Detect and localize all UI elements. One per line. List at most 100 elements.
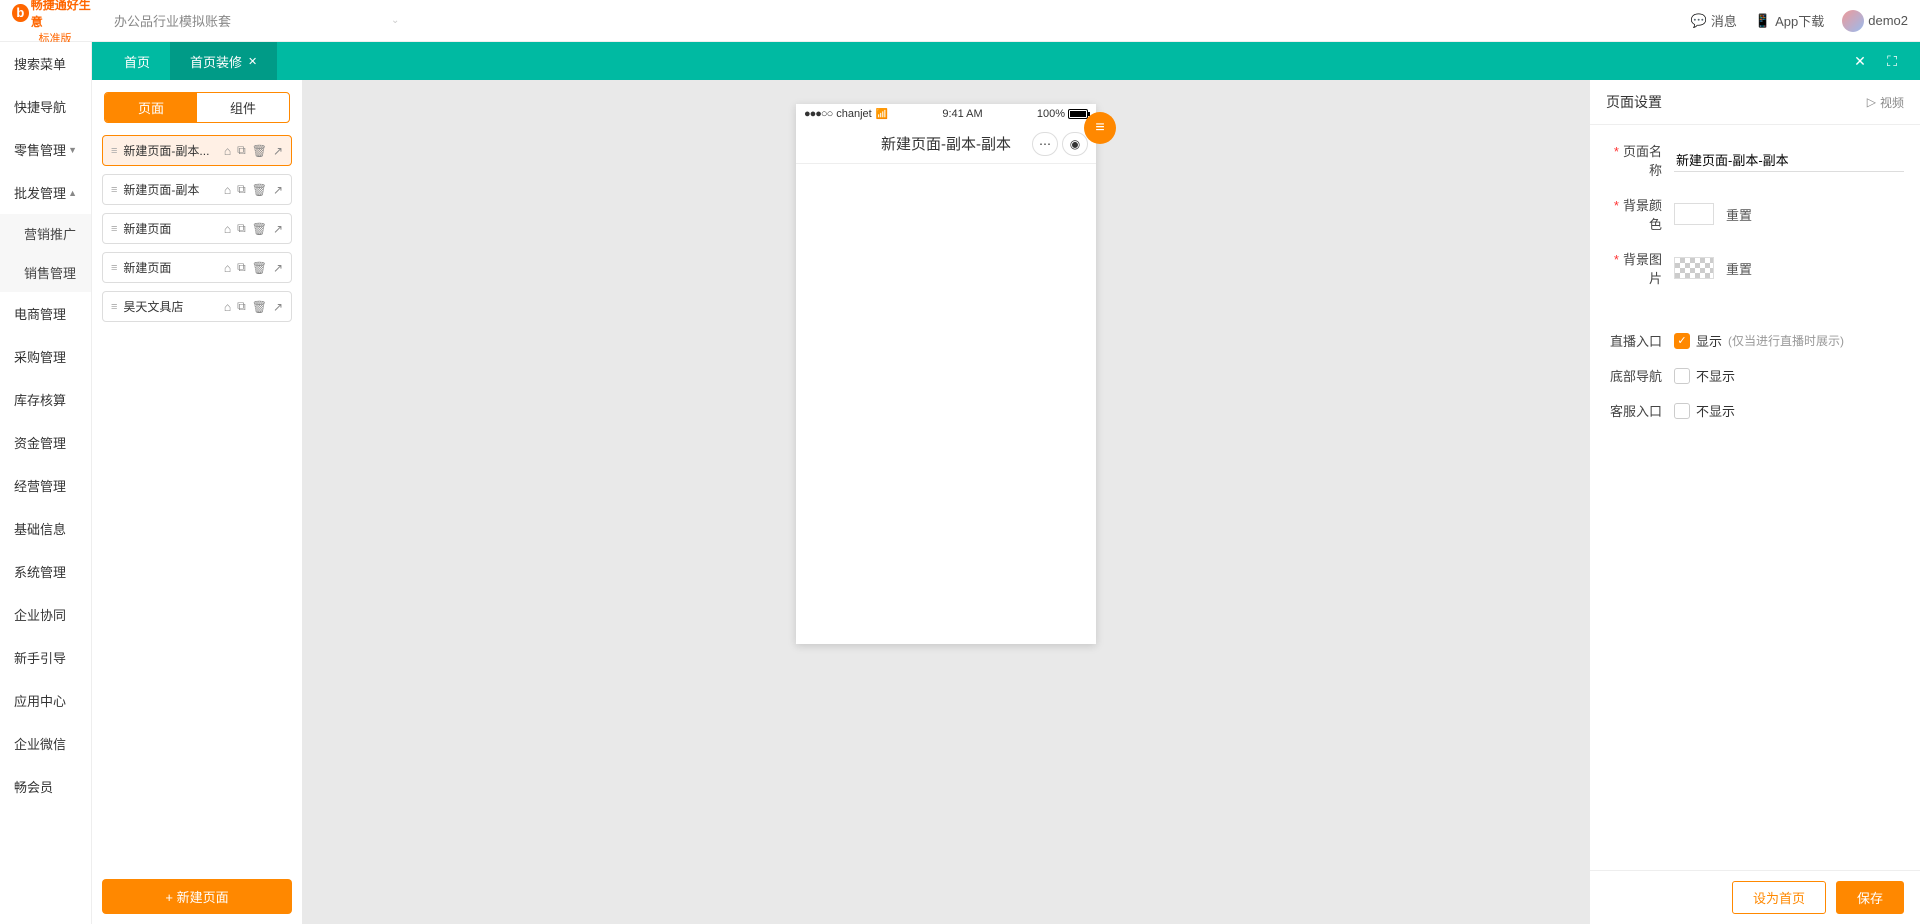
new-page-button[interactable]: + 新建页面 [102, 879, 292, 914]
sidebar-item[interactable]: 应用中心 [0, 679, 91, 722]
page-name-input[interactable] [1674, 148, 1904, 172]
wechat-target-icon[interactable]: ◉ [1062, 132, 1088, 156]
phone-icon: 📱 [1755, 13, 1771, 29]
copy-icon[interactable]: ⧉ [237, 182, 246, 197]
home-icon[interactable]: ⌂ [224, 261, 231, 275]
page-row[interactable]: ≡ 新建页面 ⌂ ⧉ 🗑 ↗ [102, 213, 292, 244]
bgcolor-reset[interactable]: 重置 [1726, 205, 1752, 224]
status-time: 9:41 AM [942, 108, 982, 120]
account-selector[interactable]: 办公品行业模拟账套 ⌄ [98, 11, 1691, 30]
tab[interactable]: 首页装修✕ [170, 42, 277, 80]
sidebar-item[interactable]: 企业协同 [0, 593, 91, 636]
wifi-icon: 📶 [876, 109, 888, 120]
page-name: 新建页面 [123, 259, 217, 276]
brand-name: 畅捷通好生意 [31, 0, 98, 30]
sidebar-item[interactable]: 电商管理 [0, 292, 91, 335]
live-checkbox[interactable]: ✓ [1674, 333, 1690, 349]
sidebar-item[interactable]: 采购管理 [0, 335, 91, 378]
close-all-icon[interactable]: ✕ [1844, 53, 1876, 70]
page-row[interactable]: ≡ 新建页面 ⌂ ⧉ 🗑 ↗ [102, 252, 292, 283]
avatar [1842, 10, 1864, 32]
sidebar-item[interactable]: 批发管理▲ [0, 171, 91, 214]
share-icon[interactable]: ↗ [273, 222, 283, 236]
settings-panel: 页面设置 ▷ 视频 *页面名称 *背景颜色 重置 [1590, 80, 1920, 924]
tab-close-icon[interactable]: ✕ [248, 55, 257, 68]
canvas: ●●●○○ chanjet 📶 9:41 AM 100% 新建页面-副 [302, 80, 1590, 924]
page-name: 昊天文具店 [123, 298, 217, 315]
signal-icon: ●●●○○ [804, 108, 832, 120]
sidebar-item[interactable]: 新手引导 [0, 636, 91, 679]
battery-icon [1068, 109, 1088, 119]
delete-icon[interactable]: 🗑 [252, 222, 267, 236]
sidebar-item[interactable]: 企业微信 [0, 722, 91, 765]
sidebar-item[interactable]: 库存核算 [0, 378, 91, 421]
service-checkbox[interactable] [1674, 403, 1690, 419]
bottomnav-checkbox[interactable] [1674, 368, 1690, 384]
sidebar-item[interactable]: 快捷导航 [0, 85, 91, 128]
expand-icon: ▼ [68, 145, 77, 155]
page-row[interactable]: ≡ 新建页面-副本... ⌂ ⧉ 🗑 ↗ [102, 135, 292, 166]
share-icon[interactable]: ↗ [273, 300, 283, 314]
home-icon[interactable]: ⌂ [224, 222, 231, 236]
page-row[interactable]: ≡新建页面-副本⌂⧉🗑↗ [102, 174, 292, 205]
sidebar-item[interactable]: 畅会员 [0, 765, 91, 808]
sidebar-item[interactable]: 搜索菜单 [0, 42, 91, 85]
home-icon[interactable]: ⌂ [224, 300, 231, 314]
delete-icon[interactable]: 🗑 [252, 300, 267, 314]
page-row[interactable]: ≡ 昊天文具店 ⌂ ⧉ 🗑 ↗ [102, 291, 292, 322]
share-icon[interactable]: ↗ [273, 144, 283, 158]
set-home-button[interactable]: 设为首页 [1732, 881, 1826, 914]
drag-icon[interactable]: ≡ [111, 301, 117, 313]
app-download-link[interactable]: 📱 App下载 [1755, 11, 1824, 30]
home-icon[interactable]: ⌂ [224, 144, 231, 158]
seg-component[interactable]: 组件 [197, 93, 289, 122]
copy-icon[interactable]: ⧉ [237, 221, 246, 236]
share-icon[interactable]: ↗ [273, 183, 283, 197]
sidebar-item[interactable]: 系统管理 [0, 550, 91, 593]
seg-page[interactable]: 页面 [105, 93, 197, 122]
wechat-more-icon[interactable]: ⋯ [1032, 132, 1058, 156]
chevron-down-icon: ⌄ [391, 15, 399, 26]
seg-control: 页面 组件 [104, 92, 290, 123]
sidebar-item[interactable]: 经营管理 [0, 464, 91, 507]
page-list-panel: 页面 组件 ≡新建页面-副本...⌂⧉🗑↗≡新建页面-副本⌂⧉🗑↗≡新建页面⌂⧉… [92, 80, 302, 924]
battery-pct: 100% [1037, 108, 1065, 120]
tab[interactable]: 首页 [104, 42, 170, 80]
delete-icon[interactable]: 🗑 [252, 183, 267, 197]
sidebar-subitem[interactable]: 营销推广 [0, 214, 91, 253]
drag-icon[interactable]: ≡ [111, 262, 117, 274]
save-button[interactable]: 保存 [1836, 881, 1904, 914]
delete-icon[interactable]: 🗑 [252, 261, 267, 275]
expand-icon: ▲ [68, 188, 77, 198]
message-icon: 💬 [1691, 13, 1707, 29]
copy-icon[interactable]: ⧉ [237, 143, 246, 158]
page-name: 新建页面-副本... [123, 142, 217, 159]
preview-title: 新建页面-副本-副本 [881, 133, 1011, 154]
copy-icon[interactable]: ⧉ [237, 299, 246, 314]
bgimage-swatch[interactable] [1674, 257, 1714, 279]
messages-link[interactable]: 💬 消息 [1691, 11, 1737, 30]
fullscreen-icon[interactable]: ⛶ [1876, 53, 1908, 70]
user-menu[interactable]: demo2 [1842, 10, 1908, 32]
share-icon[interactable]: ↗ [273, 261, 283, 275]
brand-icon: b [12, 4, 29, 22]
copy-icon[interactable]: ⧉ [237, 260, 246, 275]
sidebar-subitem[interactable]: 销售管理 [0, 253, 91, 292]
sidebar-item[interactable]: 零售管理▼ [0, 128, 91, 171]
drag-icon[interactable]: ≡ [111, 184, 117, 196]
drag-icon[interactable]: ≡ [111, 223, 117, 235]
home-icon[interactable]: ⌂ [224, 183, 231, 197]
delete-icon[interactable]: 🗑 [252, 144, 267, 158]
drawer-toggle-icon[interactable]: ≡ [1084, 112, 1116, 144]
sidebar: 搜索菜单快捷导航零售管理▼批发管理▲营销推广销售管理电商管理采购管理库存核算资金… [0, 42, 92, 924]
bgcolor-swatch[interactable] [1674, 203, 1714, 225]
video-help-link[interactable]: ▷ 视频 [1867, 94, 1904, 111]
sidebar-item[interactable]: 基础信息 [0, 507, 91, 550]
tab-bar: 首页首页装修✕ ✕ ⛶ [92, 42, 1920, 80]
drag-icon[interactable]: ≡ [111, 145, 117, 157]
bgimage-reset[interactable]: 重置 [1726, 259, 1752, 278]
header: b 畅捷通好生意 标准版 办公品行业模拟账套 ⌄ 💬 消息 📱 App下载 de… [0, 0, 1920, 42]
page-name: 新建页面 [123, 220, 217, 237]
phone-preview: ●●●○○ chanjet 📶 9:41 AM 100% 新建页面-副 [796, 104, 1096, 644]
sidebar-item[interactable]: 资金管理 [0, 421, 91, 464]
